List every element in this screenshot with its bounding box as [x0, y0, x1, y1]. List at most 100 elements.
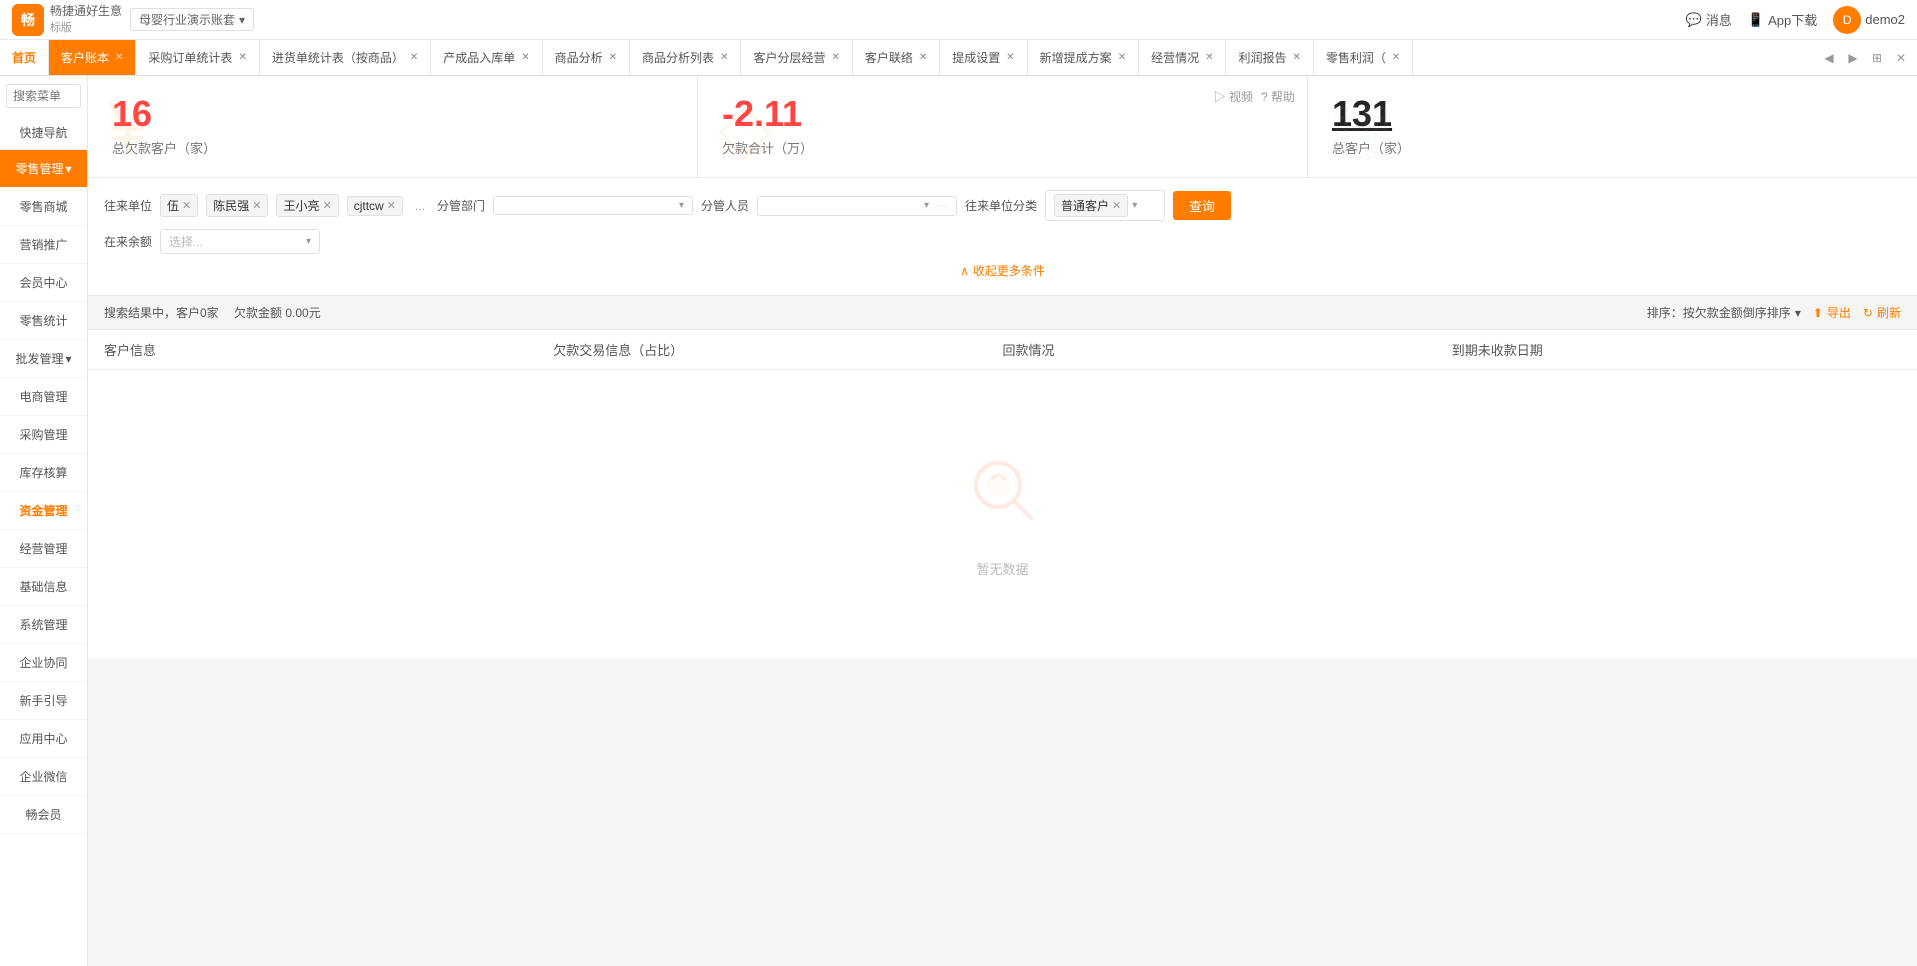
tab-promotion-close[interactable]: ✕ [1006, 52, 1014, 63]
tab-scroll-left[interactable]: ◀ [1819, 48, 1839, 68]
filter-more-tags[interactable]: ... [411, 197, 429, 215]
sidebar-item-operations-mgmt[interactable]: 经营管理 [0, 530, 87, 568]
sidebar-item-retail-mall[interactable]: 零售商城 [0, 188, 87, 226]
tab-new-achievement-close[interactable]: ✕ [1118, 52, 1126, 63]
sidebar-item-enterprise-coop[interactable]: 企业协同 [0, 644, 87, 682]
tab-new-achievement[interactable]: 新增提成方案 ✕ [1028, 40, 1139, 76]
tab-production-close[interactable]: ✕ [521, 52, 529, 63]
collapse-filter-btn[interactable]: ∧ 收起更多条件 [960, 262, 1045, 279]
stat-label-total-customers: 总客户（家） [1332, 138, 1893, 157]
video-btn[interactable]: ▷ 视频 [1214, 88, 1253, 105]
tab-customer-accounts-label: 客户账本 [61, 49, 109, 66]
filter-tag-chen: 陈民强 ✕ [206, 194, 268, 217]
remove-tag-cjttcw[interactable]: ✕ [387, 199, 396, 212]
tab-promotion-settings[interactable]: 提成设置 ✕ [940, 40, 1027, 76]
tab-customer-accounts[interactable]: 客户账本 ✕ [49, 40, 136, 76]
sidebar-item-system-mgmt[interactable]: 系统管理 [0, 606, 87, 644]
tab-purchase-order-close[interactable]: ✕ [238, 52, 246, 63]
export-btn[interactable]: ⬆ 导出 [1813, 304, 1851, 321]
remove-tag-chen[interactable]: ✕ [252, 199, 261, 212]
stat-value-credit-amount: -2.11 [722, 96, 1283, 132]
chevron-down-icon: ▾ [65, 162, 71, 176]
query-button[interactable]: 查询 [1173, 191, 1231, 220]
main-layout: 快捷导航 零售管理 ▾ 零售商城 营销推广 会员中心 零售统计 批发管理 ▾ 电… [0, 76, 1917, 966]
tab-retail-profit[interactable]: 零售利润（ ✕ [1314, 40, 1413, 76]
tab-customer-connect[interactable]: 客户联络 ✕ [853, 40, 940, 76]
tab-profit-report[interactable]: 利润报告 ✕ [1226, 40, 1313, 76]
filter-row-1: 往来单位 伍 ✕ 陈民强 ✕ 王小亮 ✕ cjttcw ✕ ... [104, 190, 1901, 221]
tab-operations[interactable]: 经营情况 ✕ [1139, 40, 1226, 76]
tab-product-analysis[interactable]: 商品分析 ✕ [543, 40, 630, 76]
sidebar-item-retail[interactable]: 零售管理 ▾ [0, 150, 87, 188]
sidebar-item-quick-nav[interactable]: 快捷导航 [0, 116, 87, 150]
sidebar-item-marketing[interactable]: 营销推广 [0, 226, 87, 264]
sidebar-item-members[interactable]: 会员中心 [0, 264, 87, 302]
stat-help-actions: ▷ 视频 ? 帮助 [1214, 88, 1295, 105]
sidebar-item-new-guide[interactable]: 新手引导 [0, 682, 87, 720]
category-select[interactable]: 普通客户 ✕ ▾ [1045, 190, 1165, 221]
user-avatar-btn[interactable]: D demo2 [1833, 6, 1905, 34]
tab-inbound-stats[interactable]: 进货单统计表（按商品） ✕ [260, 40, 431, 76]
remove-category[interactable]: ✕ [1112, 199, 1121, 212]
tab-inbound-close[interactable]: ✕ [410, 52, 418, 63]
remove-tag-wu[interactable]: ✕ [182, 199, 191, 212]
balance-select[interactable]: 选择... ▾ [160, 229, 320, 254]
sidebar-item-batch-mgmt[interactable]: 批发管理 ▾ [0, 340, 87, 378]
result-actions: 排序：按欠款金额倒序排序 ▾ ⬆ 导出 ↻ 刷新 [1647, 304, 1901, 321]
stat-bg-icon-1: ¥ [108, 87, 147, 167]
tab-expand[interactable]: ⊞ [1867, 48, 1887, 68]
person-select[interactable]: ▾ ··· [757, 196, 957, 216]
refresh-btn[interactable]: ↻ 刷新 [1863, 304, 1901, 321]
tab-purchase-order-stats[interactable]: 采购订单统计表 ✕ [136, 40, 259, 76]
tab-product-analysis-list-close[interactable]: ✕ [720, 52, 728, 63]
filter-tag-wu: 伍 ✕ [160, 194, 198, 217]
collapse-arrow-icon: ∧ [960, 264, 969, 278]
tab-home[interactable]: 首页 [0, 40, 49, 76]
sidebar-item-basic-info[interactable]: 基础信息 [0, 568, 87, 606]
tab-retail-profit-close[interactable]: ✕ [1392, 52, 1400, 63]
tab-customer-segment-close[interactable]: ✕ [831, 52, 839, 63]
filter-dept-label: 分管部门 [437, 197, 485, 214]
sidebar-item-purchase[interactable]: 采购管理 [0, 416, 87, 454]
app-download-btn[interactable]: 📱 App下载 [1748, 10, 1817, 29]
tab-close-all[interactable]: ✕ [1891, 48, 1911, 68]
sidebar-item-enterprise-wechat[interactable]: 企业微信 [0, 758, 87, 796]
help-btn[interactable]: ? 帮助 [1261, 88, 1295, 105]
remove-tag-wang[interactable]: ✕ [323, 199, 332, 212]
message-btn[interactable]: 💬 消息 [1686, 10, 1732, 29]
sidebar-item-inventory[interactable]: 库存核算 [0, 454, 87, 492]
logo-line2: 标版 [50, 19, 122, 35]
data-table: 客户信息 欠款交易信息（占比） 回款情况 到期未收款日期 暂无数据 [88, 330, 1917, 658]
col-due-date: 到期未收款日期 [1452, 340, 1901, 359]
sidebar-item-app-center[interactable]: 应用中心 [0, 720, 87, 758]
sidebar-item-pro-member[interactable]: 畅会员 [0, 796, 87, 834]
top-bar-left: 畅 畅捷通好生意 标版 母婴行业演示账套 ▾ [12, 4, 254, 36]
stat-total-customers: ▦ 131 总客户（家） [1308, 76, 1917, 177]
message-label: 消息 [1706, 10, 1732, 29]
sidebar-item-retail-stats[interactable]: 零售统计 [0, 302, 87, 340]
tab-customer-segment[interactable]: 客户分层经营 ✕ [741, 40, 852, 76]
workspace-name: 母婴行业演示账套 [139, 11, 235, 28]
app-download-label: App下载 [1768, 10, 1817, 29]
tab-home-label: 首页 [12, 49, 36, 66]
tab-customer-accounts-close[interactable]: ✕ [115, 52, 123, 63]
sidebar-item-finance[interactable]: 资金管理 [0, 492, 87, 530]
dept-select[interactable]: ▾ [493, 196, 693, 215]
workspace-selector[interactable]: 母婴行业演示账套 ▾ [130, 8, 254, 31]
chevron-icon: ▾ [65, 352, 71, 366]
search-input[interactable] [6, 84, 81, 108]
tab-operations-close[interactable]: ✕ [1205, 52, 1213, 63]
person-chevron-icon: ▾ [924, 200, 929, 211]
tab-customer-connect-close[interactable]: ✕ [919, 52, 927, 63]
sort-selector[interactable]: 排序：按欠款金额倒序排序 ▾ [1647, 304, 1801, 321]
sidebar-item-ecommerce[interactable]: 电商管理 [0, 378, 87, 416]
logo-char: 畅 [21, 10, 35, 30]
tab-profit-report-close[interactable]: ✕ [1293, 52, 1301, 63]
tab-product-analysis-list[interactable]: 商品分析列表 ✕ [630, 40, 741, 76]
tab-production-inbound[interactable]: 产成品入库单 ✕ [431, 40, 542, 76]
tab-customer-connect-label: 客户联络 [865, 49, 913, 66]
tab-scroll-right[interactable]: ▶ [1843, 48, 1863, 68]
tab-product-analysis-close[interactable]: ✕ [609, 52, 617, 63]
category-chevron-icon: ▾ [1132, 200, 1137, 211]
sidebar: 快捷导航 零售管理 ▾ 零售商城 营销推广 会员中心 零售统计 批发管理 ▾ 电… [0, 76, 88, 966]
